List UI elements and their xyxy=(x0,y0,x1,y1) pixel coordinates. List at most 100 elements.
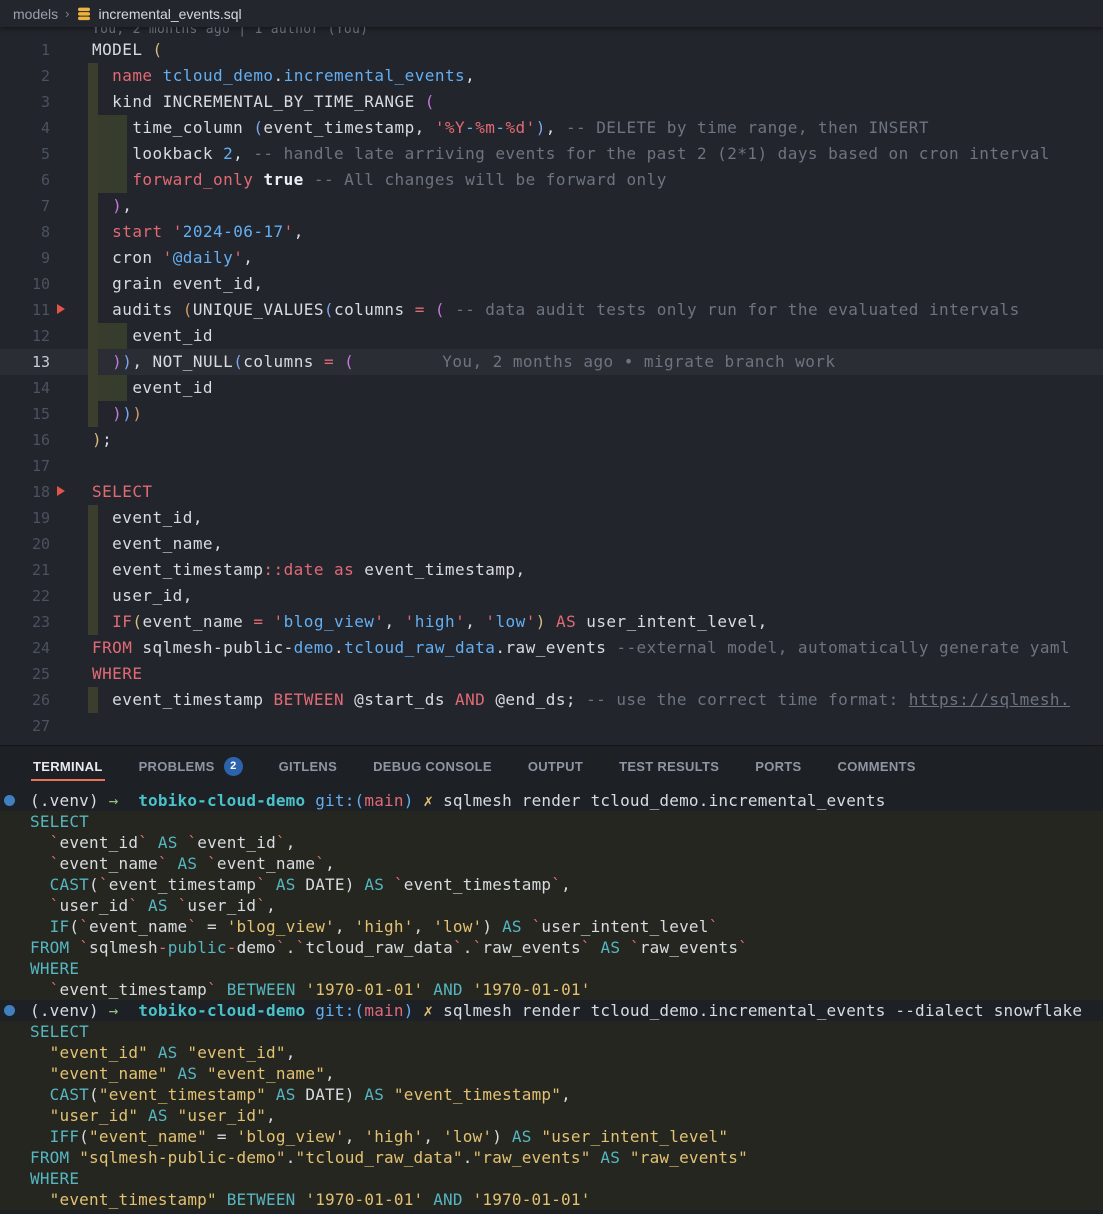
code-token: columns xyxy=(243,352,324,371)
editor-line[interactable]: 14 event_id xyxy=(0,375,1103,401)
code-token: event_id xyxy=(197,833,276,852)
code-token: '1970-01-01' xyxy=(472,1190,591,1209)
code-token: event_name xyxy=(89,917,188,936)
code-token: = xyxy=(197,917,227,936)
terminal-output-line: CAST("event_timestamp" AS DATE) AS "even… xyxy=(0,1084,1103,1105)
code-token: FROM xyxy=(92,638,133,657)
editor-line[interactable]: 6 forward_only true -- All changes will … xyxy=(0,167,1103,193)
editor-line[interactable]: 24 FROM sqlmesh-public-demo.tcloud_raw_da… xyxy=(0,635,1103,661)
code-token: kind INCREMENTAL_BY_TIME_RANGE xyxy=(92,92,425,111)
code-token: %m xyxy=(475,118,496,137)
panel-tab-gitlens[interactable]: GITLENS xyxy=(279,746,337,786)
code-token: -- All changes will be forward only xyxy=(313,170,667,189)
code-token: ` xyxy=(79,938,90,957)
editor-line[interactable]: 20 event_name, xyxy=(0,531,1103,557)
code-text: start '2024-06-17', xyxy=(92,219,304,245)
code-token: , xyxy=(384,612,405,631)
editor-line[interactable]: 23 IF(event_name = 'blog_view', 'high', … xyxy=(0,609,1103,635)
panel-tab-test-results[interactable]: TEST RESULTS xyxy=(619,746,719,786)
code-token: main xyxy=(364,791,404,810)
code-text: MODEL ( xyxy=(92,37,163,63)
editor-line[interactable]: 1 MODEL ( xyxy=(0,37,1103,63)
code-token: ) xyxy=(132,404,143,423)
code-token: ` xyxy=(275,938,286,957)
panel-tab-output[interactable]: OUTPUT xyxy=(528,746,583,786)
editor-line[interactable]: 3 kind INCREMENTAL_BY_TIME_RANGE ( xyxy=(0,89,1103,115)
editor-line[interactable]: 7 ), xyxy=(0,193,1103,219)
panel-tab-debug-console[interactable]: DEBUG CONSOLE xyxy=(373,746,492,786)
editor-line[interactable]: 19 event_id, xyxy=(0,505,1103,531)
code-token: ` xyxy=(315,854,326,873)
editor-line[interactable]: 12 event_id xyxy=(0,323,1103,349)
code-token: event_name xyxy=(59,854,158,873)
editor-line[interactable]: 13 )), NOT_NULL(columns = (You, 2 months… xyxy=(0,349,1103,375)
editor-line[interactable]: 25 WHERE xyxy=(0,661,1103,687)
terminal-output[interactable]: (.venv) → tobiko-cloud-demo git:(main) ✗… xyxy=(0,786,1103,1214)
code-token: name xyxy=(112,66,153,85)
panel-tab-comments[interactable]: COMMENTS xyxy=(838,746,916,786)
editor-line[interactable]: 16); xyxy=(0,427,1103,453)
code-token: event_id xyxy=(59,833,139,852)
editor-line[interactable]: 15 ))) xyxy=(0,401,1103,427)
code-token: AS xyxy=(275,875,296,894)
command-decoration-icon[interactable] xyxy=(4,1005,15,1016)
code-token: , xyxy=(266,1106,276,1125)
editor-line[interactable]: 8 start '2024-06-17', xyxy=(0,219,1103,245)
terminal-output-line: SELECT xyxy=(0,811,1103,832)
code-token: '1970-01-01' xyxy=(472,980,591,999)
panel-tab-terminal[interactable]: TERMINAL xyxy=(31,746,105,786)
code-editor[interactable]: You, 2 months ago | 1 author (You) 1 MODE… xyxy=(0,27,1103,745)
code-token: user_intent_level, xyxy=(576,612,768,631)
code-token: -- handle late arriving events for the p… xyxy=(253,144,1050,163)
editor-line[interactable]: 22 user_id, xyxy=(0,583,1103,609)
code-text: cron '@daily', xyxy=(92,245,253,271)
code-token: FROM xyxy=(30,1148,70,1167)
code-token: → xyxy=(108,791,119,810)
breadcrumb-folder[interactable]: models xyxy=(13,6,58,22)
code-token: raw_events xyxy=(505,638,617,657)
code-text: time_column (event_timestamp, '%Y-%m-%d'… xyxy=(92,115,929,141)
code-token: blog_view xyxy=(283,612,375,631)
code-token: event_name, xyxy=(92,534,224,553)
editor-line[interactable]: 27 xyxy=(0,713,1103,739)
code-token: event_timestamp xyxy=(92,560,264,579)
editor-line[interactable]: 11 audits (UNIQUE_VALUES(columns = ( -- … xyxy=(0,297,1103,323)
editor-line[interactable]: 4 time_column (event_timestamp, '%Y-%m-%… xyxy=(0,115,1103,141)
code-token: event_timestamp xyxy=(92,690,274,709)
editor-line[interactable]: 26 event_timestamp BETWEEN @start_ds AND… xyxy=(0,687,1103,713)
editor-line[interactable]: 21 event_timestamp::date as event_timest… xyxy=(0,557,1103,583)
code-text: name tcloud_demo.incremental_events, xyxy=(92,63,475,89)
code-token: → xyxy=(108,1001,119,1020)
code-token: tcloud_raw_data xyxy=(344,638,496,657)
command-decoration-icon[interactable] xyxy=(4,795,15,806)
code-token: ` xyxy=(708,917,719,936)
code-token: ` xyxy=(393,875,404,894)
code-token: https://sqlmesh. xyxy=(908,690,1071,709)
panel-tab-problems[interactable]: PROBLEMS 2 xyxy=(139,746,243,786)
panel-tab-ports[interactable]: PORTS xyxy=(755,746,801,786)
editor-line[interactable]: 17 xyxy=(0,453,1103,479)
editor-line[interactable]: 2 name tcloud_demo.incremental_events, xyxy=(0,63,1103,89)
code-token: ) xyxy=(403,1001,414,1020)
code-token: AS xyxy=(555,612,577,631)
editor-line[interactable]: 9 cron '@daily', xyxy=(0,245,1103,271)
code-token: ' xyxy=(172,222,183,241)
editor-line[interactable]: 18 SELECT xyxy=(0,479,1103,505)
editor-line[interactable]: 5 lookback 2, -- handle late arriving ev… xyxy=(0,141,1103,167)
code-token: "sqlmesh-public-demo" xyxy=(79,1148,286,1167)
code-token: event_id, xyxy=(92,508,203,527)
line-number: 25 xyxy=(31,665,50,683)
editor-line[interactable]: 10 grain event_id, xyxy=(0,271,1103,297)
breadcrumb-filename[interactable]: incremental_events.sql xyxy=(98,6,241,22)
line-number: 11 xyxy=(31,301,50,319)
